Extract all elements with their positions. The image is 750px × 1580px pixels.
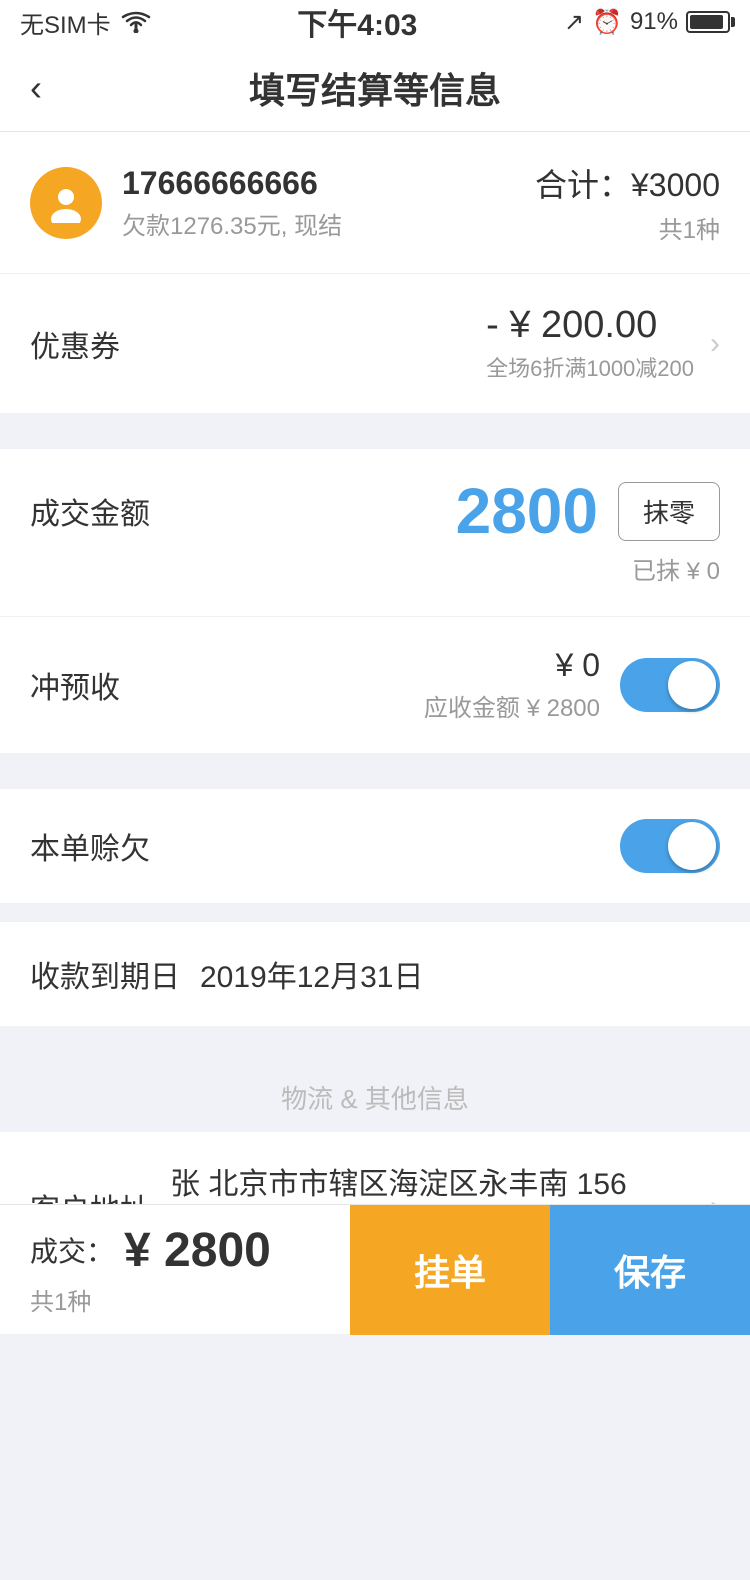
logistics-divider: 物流 & 其他信息 — [0, 1062, 750, 1132]
hold-button[interactable]: 挂单 — [350, 1205, 550, 1335]
location-icon: ↗ — [564, 8, 584, 37]
alarm-icon: ⏰ — [592, 8, 622, 37]
customer-left: 17666666666 欠款1276.35元, 现结 — [30, 165, 342, 241]
status-time: 下午4:03 — [297, 0, 417, 44]
avatar — [30, 167, 102, 239]
battery-percent: 91% — [630, 8, 678, 36]
customer-right: 合计：¥3000 共1种 — [535, 160, 720, 245]
due-date-row: 收款到期日 2019年12月31日 — [30, 952, 720, 996]
deal-amount-right: 2800 抹零 — [456, 479, 720, 543]
deal-amount-label: 成交金额 — [30, 489, 150, 533]
bottom-summary: 成交： ¥ 2800 共1种 — [0, 1223, 350, 1317]
due-date-section: 收款到期日 2019年12月31日 — [0, 921, 750, 1026]
wifi-icon — [121, 11, 151, 33]
coupon-desc: 全场6折满1000减200 — [486, 351, 694, 383]
customer-row: 17666666666 欠款1276.35元, 现结 合计：¥3000 共1种 — [0, 132, 750, 273]
nav-bar: ‹ 填写结算等信息 — [0, 44, 750, 132]
bottom-bar: 成交： ¥ 2800 共1种 挂单 保存 — [0, 1204, 750, 1334]
bottom-deal-row: 成交： ¥ 2800 — [30, 1223, 320, 1278]
total-amount: 合计：¥3000 — [535, 160, 720, 206]
content-area: 17666666666 欠款1276.35元, 现结 合计：¥3000 共1种 … — [0, 132, 750, 1580]
credit-toggle-knob — [668, 822, 716, 870]
section-divider-3 — [0, 1044, 750, 1062]
carrier-text: 无SIM卡 — [20, 5, 111, 40]
customer-phone: 17666666666 — [122, 165, 342, 202]
coupon-right: - ¥ 200.00 全场6折满1000减200 › — [486, 304, 720, 383]
credit-section: 本单赊欠 — [0, 789, 750, 903]
due-date-value: 2019年12月31日 — [200, 952, 423, 996]
bottom-deal-amount: ¥ 2800 — [124, 1223, 271, 1278]
coupon-label: 优惠券 — [30, 322, 120, 366]
back-button[interactable]: ‹ — [30, 67, 42, 109]
page-title: 填写结算等信息 — [249, 62, 501, 114]
credit-toggle[interactable] — [620, 819, 720, 873]
section-divider-1 — [0, 431, 750, 449]
pre-amount-col: ¥ 0 应收金额 ¥ 2800 — [424, 647, 600, 723]
total-count: 共1种 — [535, 210, 720, 245]
pre-collect-row: 冲预收 ¥ 0 应收金额 ¥ 2800 — [30, 647, 720, 723]
bottom-count: 共1种 — [30, 1282, 320, 1317]
pre-sub: 应收金额 ¥ 2800 — [424, 688, 600, 723]
customer-debt: 欠款1276.35元, 现结 — [122, 206, 342, 241]
logistics-text: 物流 & 其他信息 — [281, 1079, 469, 1116]
status-left: 无SIM卡 — [20, 5, 151, 40]
save-button[interactable]: 保存 — [550, 1205, 750, 1335]
coupon-discount: - ¥ 200.00 — [486, 304, 694, 347]
deal-amount-value: 2800 — [456, 479, 598, 543]
round-button[interactable]: 抹零 — [618, 482, 720, 541]
pre-collect-toggle[interactable] — [620, 658, 720, 712]
pre-collect-label: 冲预收 — [30, 663, 120, 707]
customer-info: 17666666666 欠款1276.35元, 现结 — [122, 165, 342, 241]
due-date-label: 收款到期日 — [30, 952, 180, 996]
battery-icon — [686, 11, 730, 33]
status-right: ↗ ⏰ 91% — [564, 8, 730, 37]
logistics-text-row: 物流 & 其他信息 — [261, 1079, 489, 1116]
pre-amount: ¥ 0 — [424, 647, 600, 684]
coupon-row[interactable]: 优惠券 - ¥ 200.00 全场6折满1000减200 › — [0, 273, 750, 413]
deal-amount-section: 成交金额 2800 抹零 已抹 ¥ 0 — [0, 449, 750, 616]
deal-amount-row: 成交金额 2800 抹零 — [30, 479, 720, 543]
pre-collect-section: 冲预收 ¥ 0 应收金额 ¥ 2800 — [0, 616, 750, 753]
credit-label: 本单赊欠 — [30, 824, 150, 868]
toggle-knob — [668, 661, 716, 709]
chevron-right-icon: › — [710, 327, 720, 361]
customer-card: 17666666666 欠款1276.35元, 现结 合计：¥3000 共1种 … — [0, 132, 750, 413]
deal-sub-text: 已抹 ¥ 0 — [30, 551, 720, 586]
bottom-deal-label: 成交： — [30, 1230, 114, 1270]
status-bar: 无SIM卡 下午4:03 ↗ ⏰ 91% — [0, 0, 750, 44]
pre-collect-right: ¥ 0 应收金额 ¥ 2800 — [424, 647, 720, 723]
section-divider-2 — [0, 771, 750, 789]
